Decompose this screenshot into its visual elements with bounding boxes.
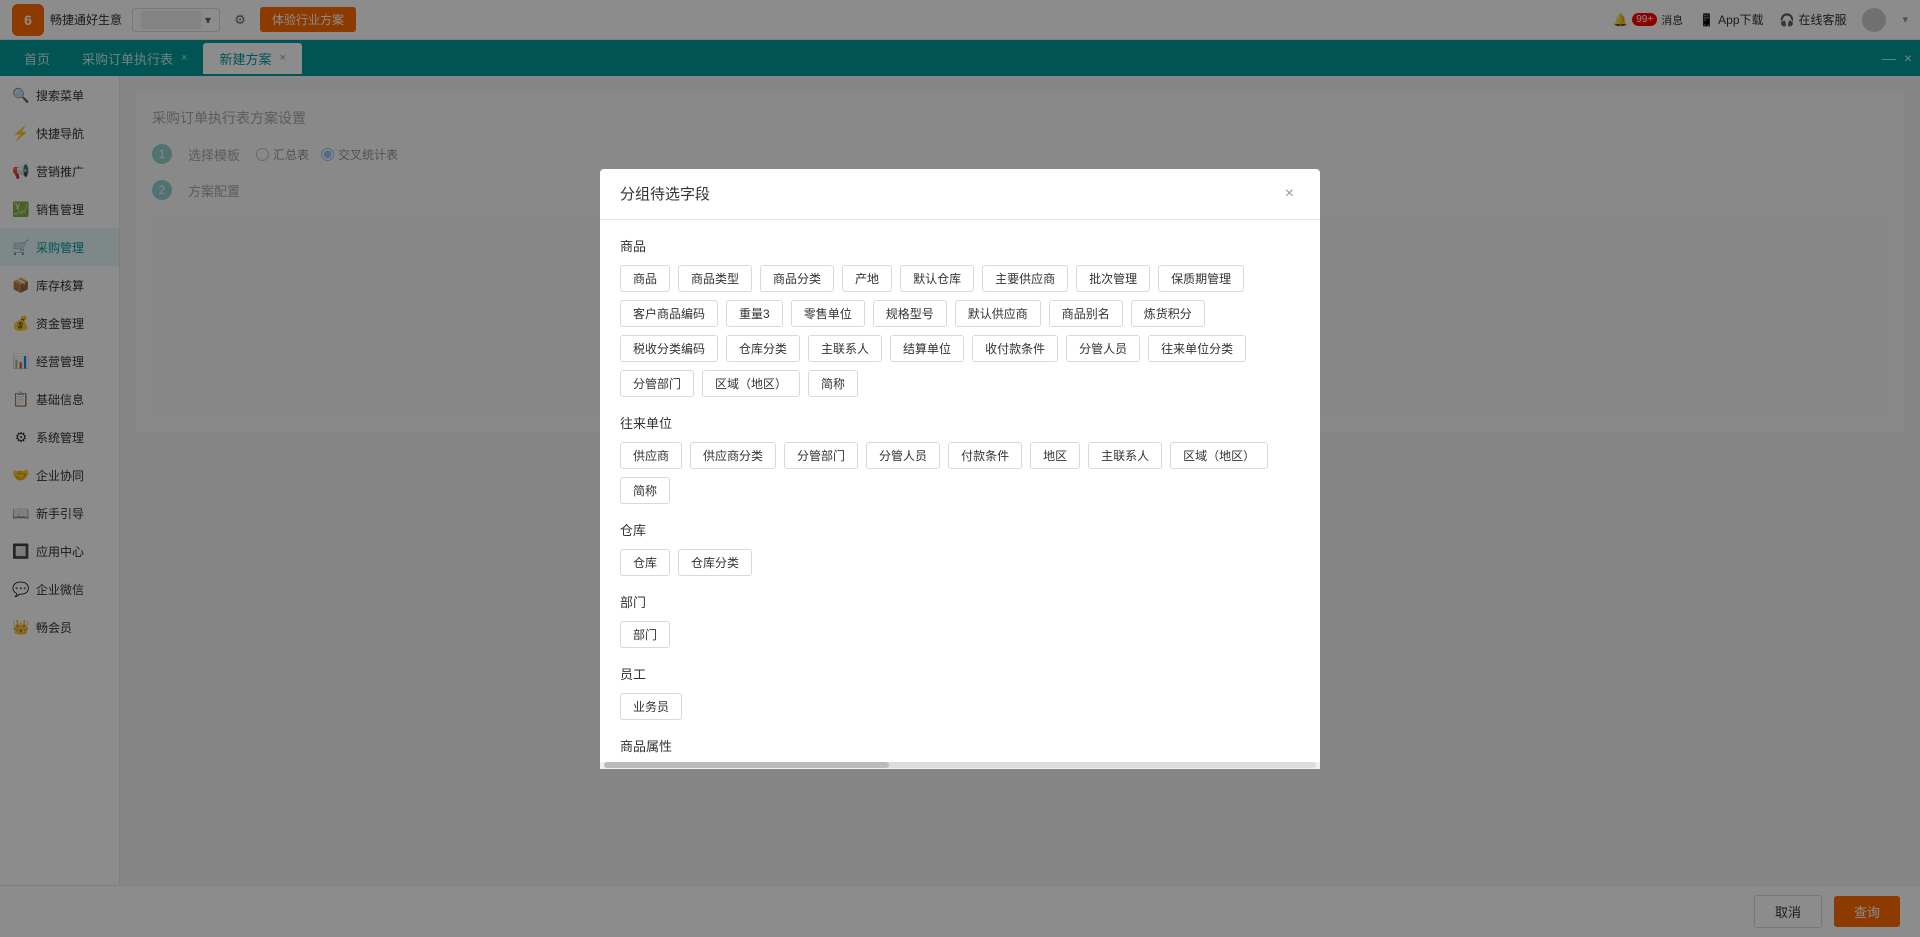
- section-title-product-attr: 商品属性: [620, 736, 1300, 755]
- field-chip-goods-10[interactable]: 零售单位: [791, 300, 865, 327]
- field-chip-goods-11[interactable]: 规格型号: [873, 300, 947, 327]
- hscroll-thumb[interactable]: [604, 762, 889, 768]
- field-chip-warehouse-1[interactable]: 仓库分类: [678, 549, 752, 576]
- modal-body: 商品 商品 商品类型 商品分类 产地 默认仓库 主要供应商 批次管理 保质期管理…: [600, 220, 1320, 762]
- field-chip-goods-15[interactable]: 税收分类编码: [620, 335, 718, 362]
- field-chip-partner-8[interactable]: 简称: [620, 477, 670, 504]
- field-chip-goods-16[interactable]: 仓库分类: [726, 335, 800, 362]
- section-title-partner: 往来单位: [620, 413, 1300, 432]
- field-chip-goods-2[interactable]: 商品分类: [760, 265, 834, 292]
- field-chip-goods-4[interactable]: 默认仓库: [900, 265, 974, 292]
- hscroll-track: [604, 762, 1316, 768]
- field-chips-goods: 商品 商品类型 商品分类 产地 默认仓库 主要供应商 批次管理 保质期管理 客户…: [620, 265, 1300, 397]
- section-title-department: 部门: [620, 592, 1300, 611]
- field-chip-goods-20[interactable]: 分管人员: [1066, 335, 1140, 362]
- field-chip-goods-21[interactable]: 往来单位分类: [1148, 335, 1246, 362]
- modal-overlay: 分组待选字段 × 商品 商品 商品类型 商品分类 产地 默认仓库 主要供应商 批…: [0, 0, 1920, 937]
- field-chip-goods-9[interactable]: 重量3: [726, 300, 783, 327]
- field-chip-goods-17[interactable]: 主联系人: [808, 335, 882, 362]
- field-select-modal: 分组待选字段 × 商品 商品 商品类型 商品分类 产地 默认仓库 主要供应商 批…: [600, 169, 1320, 769]
- field-chip-partner-1[interactable]: 供应商分类: [690, 442, 776, 469]
- field-chip-goods-0[interactable]: 商品: [620, 265, 670, 292]
- field-chip-goods-8[interactable]: 客户商品编码: [620, 300, 718, 327]
- field-chip-partner-3[interactable]: 分管人员: [866, 442, 940, 469]
- modal-title: 分组待选字段: [620, 183, 710, 204]
- section-title-goods: 商品: [620, 236, 1300, 255]
- field-chip-goods-12[interactable]: 默认供应商: [955, 300, 1041, 327]
- field-chips-employee: 业务员: [620, 693, 1300, 720]
- field-chip-goods-14[interactable]: 炼货积分: [1131, 300, 1205, 327]
- field-chip-goods-13[interactable]: 商品别名: [1049, 300, 1123, 327]
- field-chip-goods-19[interactable]: 收付款条件: [972, 335, 1058, 362]
- field-chip-partner-0[interactable]: 供应商: [620, 442, 682, 469]
- field-chip-department-0[interactable]: 部门: [620, 621, 670, 648]
- field-chip-partner-4[interactable]: 付款条件: [948, 442, 1022, 469]
- field-chips-partner: 供应商 供应商分类 分管部门 分管人员 付款条件 地区 主联系人 区域（地区） …: [620, 442, 1300, 504]
- field-chip-goods-3[interactable]: 产地: [842, 265, 892, 292]
- field-chip-goods-18[interactable]: 结算单位: [890, 335, 964, 362]
- field-chip-goods-22[interactable]: 分管部门: [620, 370, 694, 397]
- field-chip-partner-6[interactable]: 主联系人: [1088, 442, 1162, 469]
- field-chip-warehouse-0[interactable]: 仓库: [620, 549, 670, 576]
- section-title-employee: 员工: [620, 664, 1300, 683]
- modal-horizontal-scrollbar[interactable]: [600, 762, 1320, 769]
- field-chip-goods-6[interactable]: 批次管理: [1076, 265, 1150, 292]
- field-chip-goods-7[interactable]: 保质期管理: [1158, 265, 1244, 292]
- field-chip-goods-23[interactable]: 区域（地区）: [702, 370, 800, 397]
- field-chip-partner-2[interactable]: 分管部门: [784, 442, 858, 469]
- section-title-warehouse: 仓库: [620, 520, 1300, 539]
- field-chip-partner-5[interactable]: 地区: [1030, 442, 1080, 469]
- field-chip-goods-1[interactable]: 商品类型: [678, 265, 752, 292]
- field-chip-goods-24[interactable]: 简称: [808, 370, 858, 397]
- field-chip-employee-0[interactable]: 业务员: [620, 693, 682, 720]
- field-chips-department: 部门: [620, 621, 1300, 648]
- field-chip-partner-7[interactable]: 区域（地区）: [1170, 442, 1268, 469]
- field-chips-warehouse: 仓库 仓库分类: [620, 549, 1300, 576]
- field-chip-goods-5[interactable]: 主要供应商: [982, 265, 1068, 292]
- modal-close-button[interactable]: ×: [1279, 183, 1300, 205]
- modal-header: 分组待选字段 ×: [600, 169, 1320, 220]
